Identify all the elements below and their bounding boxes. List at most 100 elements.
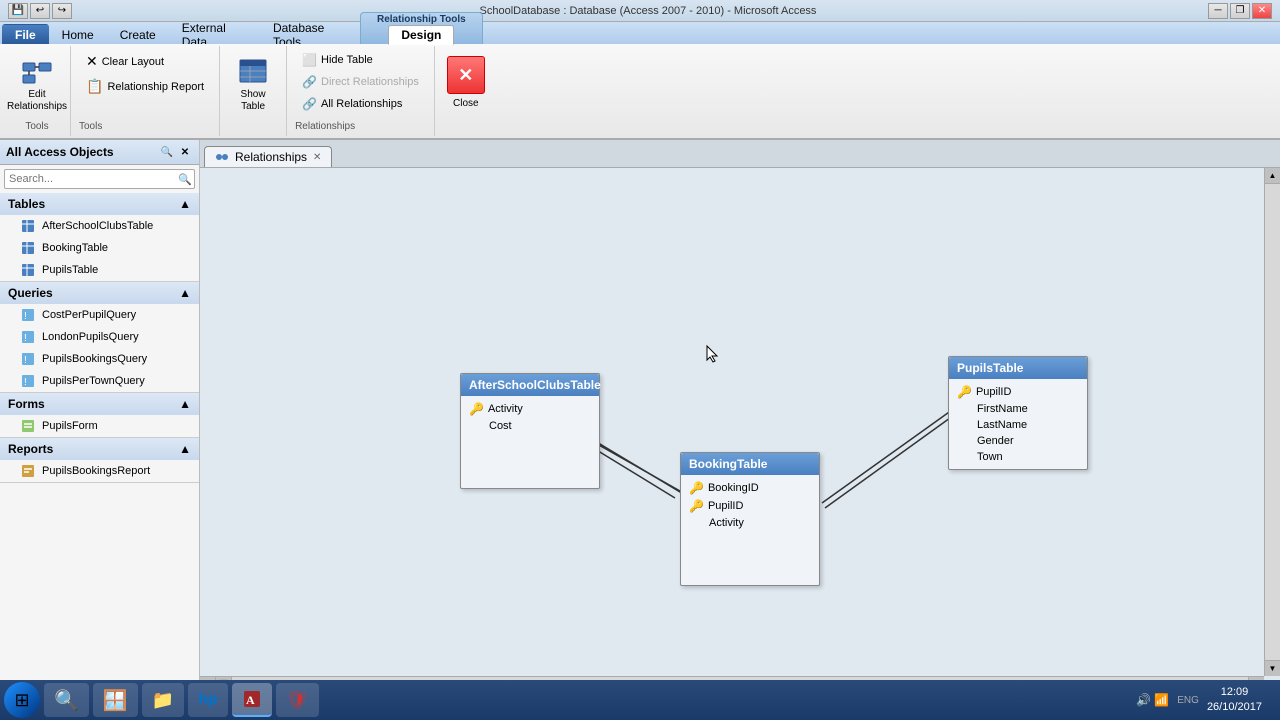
sidebar-item-pupilspertownquery[interactable]: ! PupilsPerTownQuery xyxy=(0,370,199,392)
tab-file[interactable]: File xyxy=(2,24,49,44)
pupils-title: PupilsTable xyxy=(957,361,1023,375)
pupils-field-firstname: FirstName xyxy=(949,401,1087,417)
tab-home[interactable]: Home xyxy=(49,24,107,44)
content-area: Relationships ✕ xyxy=(200,140,1280,692)
title-bar-text: SchoolDatabase : Database (Access 2007 -… xyxy=(88,5,1208,17)
clear-layout-button[interactable]: ✕ Clear Layout xyxy=(79,50,211,73)
cost-field-label: Cost xyxy=(489,420,512,432)
sidebar-category-reports: Reports ▲ PupilsBookingsReport xyxy=(0,438,199,483)
taskbar-lang: ENG xyxy=(1177,695,1199,706)
sidebar-category-queries-header[interactable]: Queries ▲ xyxy=(0,282,199,304)
sidebar-item-costperpupil[interactable]: ! CostPerPupilQuery xyxy=(0,304,199,326)
sidebar-category-tables: Tables ▲ AfterSchoolClubsTable BookingTa… xyxy=(0,193,199,282)
access-app-icon: A xyxy=(242,689,262,709)
sidebar-item-pupilsbookingsquery[interactable]: ! PupilsBookingsQuery xyxy=(0,348,199,370)
show-table-button[interactable]: Show Table xyxy=(228,50,278,116)
tab-external-data[interactable]: External Data xyxy=(169,24,260,44)
taskbar: ⊞ 🔍 🪟 📁 hp A 🛡 🔊 📶 ENG 12:09 26/10/2017 xyxy=(0,680,1280,720)
cursor xyxy=(705,344,717,362)
londonpupils-label: LondonPupilsQuery xyxy=(42,331,139,343)
tab-close-icon[interactable]: ✕ xyxy=(313,152,321,163)
table-icon-3 xyxy=(20,262,36,278)
sidebar-item-londonpupils[interactable]: ! LondonPupilsQuery xyxy=(0,326,199,348)
tab-create[interactable]: Create xyxy=(107,24,169,44)
taskbar-app-hp[interactable]: hp xyxy=(188,683,228,717)
sidebar-search-icon[interactable]: 🔍 xyxy=(159,144,175,160)
table-icon-1 xyxy=(20,218,36,234)
taskbar-date: 26/10/2017 xyxy=(1207,700,1262,715)
minimize-button[interactable]: ─ xyxy=(1208,3,1228,19)
relationships-section-label: Relationships xyxy=(295,117,426,132)
afterschoolclubs-field-activity: 🔑 Activity xyxy=(461,400,599,418)
sidebar-item-pupilstable[interactable]: PupilsTable xyxy=(0,259,199,281)
restore-button[interactable]: ❐ xyxy=(1230,3,1250,19)
taskbar-app-windows[interactable]: 🪟 xyxy=(93,683,138,717)
pupils-field-lastname: LastName xyxy=(949,417,1087,433)
booking-activity-field-label: Activity xyxy=(709,517,744,529)
svg-text:!: ! xyxy=(24,333,27,344)
sidebar-header: All Access Objects 🔍 ✕ xyxy=(0,140,199,165)
table-booking[interactable]: BookingTable 🔑 BookingID 🔑 PupilID Activ… xyxy=(680,452,820,586)
sidebar-category-forms: Forms ▲ PupilsForm xyxy=(0,393,199,438)
relationships-canvas[interactable]: AfterSchoolClubsTable 🔑 Activity Cost xyxy=(200,168,1280,692)
start-button[interactable]: ⊞ xyxy=(4,682,40,718)
form-icon-1 xyxy=(20,418,36,434)
pupils-field-gender: Gender xyxy=(949,433,1087,449)
sidebar-category-forms-header[interactable]: Forms ▲ xyxy=(0,393,199,415)
firstname-label: FirstName xyxy=(977,403,1028,415)
query-icon-2: ! xyxy=(20,329,36,345)
quick-access-redo[interactable]: ↪ xyxy=(52,3,72,19)
table-icon-2 xyxy=(20,240,36,256)
pupils-table-body: 🔑 PupilID FirstName LastName Gender xyxy=(949,379,1087,469)
svg-text:!: ! xyxy=(24,355,27,366)
sidebar-item-afterschoolclubs[interactable]: AfterSchoolClubsTable xyxy=(0,215,199,237)
title-bar: 💾 ↩ ↪ SchoolDatabase : Database (Access … xyxy=(0,0,1280,22)
all-relationships-label: All Relationships xyxy=(321,98,402,110)
search-submit-icon[interactable]: 🔍 xyxy=(176,170,194,188)
relationship-report-button[interactable]: 📋 Relationship Report xyxy=(79,75,211,98)
taskbar-app-explorer[interactable]: 🔍 xyxy=(44,683,89,717)
pupils-pupilid-label: PupilID xyxy=(976,386,1011,398)
scroll-down-button[interactable]: ▼ xyxy=(1265,660,1280,676)
taskbar-systray-icons: 🔊 📶 xyxy=(1136,693,1169,707)
activity-key-icon: 🔑 xyxy=(469,402,484,416)
sidebar-item-bookingtable[interactable]: BookingTable xyxy=(0,237,199,259)
taskbar-app-access[interactable]: A xyxy=(232,683,272,717)
hide-table-button[interactable]: ⬜ Hide Table xyxy=(295,50,426,70)
booking-empty-space xyxy=(681,531,819,581)
lastname-label: LastName xyxy=(977,419,1027,431)
pupilsform-label: PupilsForm xyxy=(42,420,98,432)
close-button[interactable]: ✕ xyxy=(1252,3,1272,19)
close-button-ribbon[interactable]: ✕ xyxy=(447,56,485,94)
search-input[interactable] xyxy=(5,171,176,187)
svg-text:!: ! xyxy=(24,311,27,322)
table-pupils[interactable]: PupilsTable 🔑 PupilID FirstName LastName xyxy=(948,356,1088,470)
taskbar-app-folder[interactable]: 📁 xyxy=(142,683,184,717)
all-relationships-button[interactable]: 🔗 All Relationships xyxy=(295,94,426,114)
edit-relationships-button[interactable]: EditRelationships xyxy=(12,50,62,116)
tab-bar: Relationships ✕ xyxy=(200,140,1280,168)
afterschoolclubs-table-body: 🔑 Activity Cost xyxy=(461,396,599,488)
vertical-scrollbar[interactable]: ▲ ▼ xyxy=(1264,168,1280,676)
quick-access-undo[interactable]: ↩ xyxy=(30,3,50,19)
sidebar-close-icon[interactable]: ✕ xyxy=(177,144,193,160)
sidebar-category-reports-header[interactable]: Reports ▲ xyxy=(0,438,199,460)
direct-relationships-button[interactable]: 🔗 Direct Relationships xyxy=(295,72,426,92)
search-box[interactable]: 🔍 xyxy=(4,169,195,189)
clear-layout-label: Clear Layout xyxy=(102,56,164,68)
hide-table-icon: ⬜ xyxy=(302,53,317,67)
show-table-label: Show Table xyxy=(233,89,273,113)
tab-relationships[interactable]: Relationships ✕ xyxy=(204,146,332,167)
relationship-tools-label: Relationship Tools xyxy=(377,14,466,25)
quick-access-save[interactable]: 💾 xyxy=(8,3,28,19)
sidebar-item-pupilsbookingsreport[interactable]: PupilsBookingsReport xyxy=(0,460,199,482)
svg-text:A: A xyxy=(246,693,255,707)
scroll-up-button[interactable]: ▲ xyxy=(1265,168,1280,184)
tab-database-tools[interactable]: Database Tools xyxy=(260,24,360,44)
tab-design[interactable]: Design xyxy=(388,25,454,45)
table-afterschoolclubs[interactable]: AfterSchoolClubsTable 🔑 Activity Cost xyxy=(460,373,600,489)
sidebar-category-tables-header[interactable]: Tables ▲ xyxy=(0,193,199,215)
taskbar-app-unknown[interactable]: 🛡 xyxy=(276,683,319,717)
sidebar-item-pupilsform[interactable]: PupilsForm xyxy=(0,415,199,437)
relationship-report-label: Relationship Report xyxy=(107,81,204,93)
